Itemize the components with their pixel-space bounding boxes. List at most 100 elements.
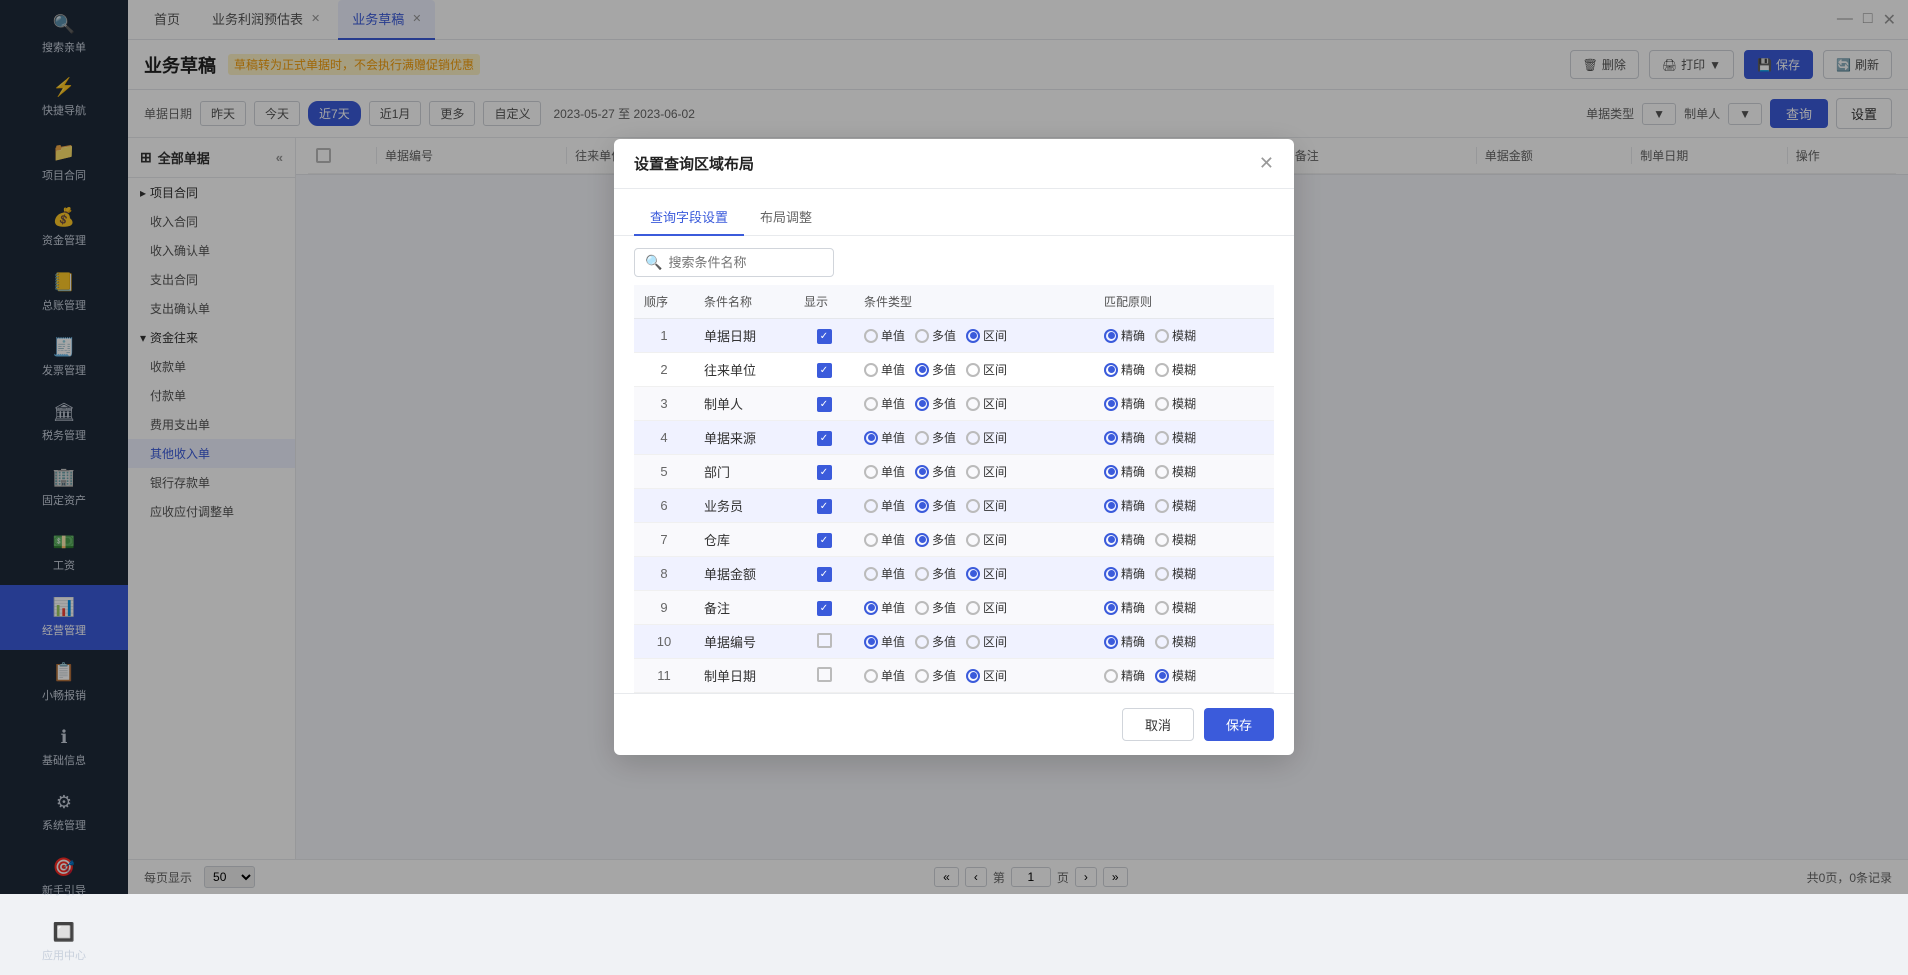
- condition-radio-option[interactable]: 区间: [966, 599, 1007, 616]
- match-rule-group: 精确模糊: [1104, 361, 1264, 378]
- modal-table-row: 8单据金额单值多值区间精确模糊: [634, 557, 1274, 591]
- match-rule-group: 精确模糊: [1104, 429, 1264, 446]
- condition-radio-option[interactable]: 区间: [966, 531, 1007, 548]
- sidebar-item-app-center[interactable]: 🔲 应用中心: [0, 910, 128, 975]
- match-radio-option[interactable]: 精确: [1104, 327, 1145, 344]
- condition-type-group: 单值多值区间: [864, 395, 1084, 412]
- match-radio-option[interactable]: 精确: [1104, 429, 1145, 446]
- condition-radio-option[interactable]: 多值: [915, 327, 956, 344]
- modal-table-row: 7仓库单值多值区间精确模糊: [634, 523, 1274, 557]
- match-radio-option[interactable]: 模糊: [1155, 497, 1196, 514]
- modal-th-order: 顺序: [634, 285, 694, 319]
- condition-radio-option[interactable]: 单值: [864, 565, 905, 582]
- condition-radio-option[interactable]: 多值: [915, 361, 956, 378]
- condition-radio-option[interactable]: 区间: [966, 497, 1007, 514]
- modal-tab-layout-adjust[interactable]: 布局调整: [744, 199, 828, 236]
- modal-th-name: 条件名称: [694, 285, 794, 319]
- modal-search-input[interactable]: [668, 255, 823, 270]
- condition-radio-option[interactable]: 单值: [864, 667, 905, 684]
- condition-radio-option[interactable]: 区间: [966, 361, 1007, 378]
- condition-radio-option[interactable]: 多值: [915, 599, 956, 616]
- display-checkbox[interactable]: [817, 465, 832, 480]
- match-radio-option[interactable]: 模糊: [1155, 429, 1196, 446]
- condition-type-group: 单值多值区间: [864, 327, 1084, 344]
- display-checkbox[interactable]: [817, 431, 832, 446]
- modal-footer: 取消 保存: [614, 693, 1294, 755]
- modal-table-row: 4单据来源单值多值区间精确模糊: [634, 421, 1274, 455]
- app-center-icon: 🔲: [53, 922, 75, 943]
- condition-radio-option[interactable]: 单值: [864, 633, 905, 650]
- display-checkbox[interactable]: [817, 329, 832, 344]
- condition-type-group: 单值多值区间: [864, 429, 1084, 446]
- condition-radio-option[interactable]: 多值: [915, 565, 956, 582]
- match-rule-group: 精确模糊: [1104, 497, 1264, 514]
- match-radio-option[interactable]: 精确: [1104, 599, 1145, 616]
- condition-radio-option[interactable]: 多值: [915, 429, 956, 446]
- display-checkbox[interactable]: [817, 567, 832, 582]
- display-checkbox[interactable]: [817, 601, 832, 616]
- condition-type-group: 单值多值区间: [864, 565, 1084, 582]
- modal-table-row: 11制单日期单值多值区间精确模糊: [634, 659, 1274, 693]
- match-radio-option[interactable]: 模糊: [1155, 667, 1196, 684]
- condition-radio-option[interactable]: 单值: [864, 361, 905, 378]
- match-rule-group: 精确模糊: [1104, 327, 1264, 344]
- condition-radio-option[interactable]: 区间: [966, 395, 1007, 412]
- condition-radio-option[interactable]: 多值: [915, 463, 956, 480]
- condition-type-group: 单值多值区间: [864, 361, 1084, 378]
- condition-type-group: 单值多值区间: [864, 497, 1084, 514]
- condition-radio-option[interactable]: 单值: [864, 599, 905, 616]
- match-radio-option[interactable]: 精确: [1104, 361, 1145, 378]
- match-radio-option[interactable]: 模糊: [1155, 327, 1196, 344]
- condition-radio-option[interactable]: 单值: [864, 395, 905, 412]
- match-radio-option[interactable]: 精确: [1104, 633, 1145, 650]
- condition-radio-option[interactable]: 区间: [966, 565, 1007, 582]
- modal-th-display: 显示: [794, 285, 854, 319]
- match-radio-option[interactable]: 精确: [1104, 497, 1145, 514]
- condition-radio-option[interactable]: 多值: [915, 395, 956, 412]
- modal-cancel-button[interactable]: 取消: [1122, 708, 1194, 741]
- condition-radio-option[interactable]: 区间: [966, 327, 1007, 344]
- display-checkbox[interactable]: [817, 397, 832, 412]
- condition-radio-option[interactable]: 区间: [966, 667, 1007, 684]
- modal-overlay: 设置查询区域布局 ✕ 查询字段设置 布局调整 🔍 顺序: [0, 0, 1908, 894]
- modal-search: 🔍: [614, 236, 1294, 285]
- match-rule-group: 精确模糊: [1104, 531, 1264, 548]
- condition-radio-option[interactable]: 多值: [915, 633, 956, 650]
- match-radio-option[interactable]: 模糊: [1155, 565, 1196, 582]
- display-checkbox[interactable]: [817, 533, 832, 548]
- condition-radio-option[interactable]: 区间: [966, 463, 1007, 480]
- modal-table-row: 2往来单位单值多值区间精确模糊: [634, 353, 1274, 387]
- condition-radio-option[interactable]: 多值: [915, 531, 956, 548]
- modal-close-button[interactable]: ✕: [1259, 153, 1274, 174]
- modal-save-button[interactable]: 保存: [1204, 708, 1274, 741]
- modal-th-match-rule: 匹配原则: [1094, 285, 1274, 319]
- match-radio-option[interactable]: 精确: [1104, 531, 1145, 548]
- match-radio-option[interactable]: 精确: [1104, 667, 1145, 684]
- match-radio-option[interactable]: 模糊: [1155, 599, 1196, 616]
- match-radio-option[interactable]: 精确: [1104, 565, 1145, 582]
- condition-radio-option[interactable]: 多值: [915, 497, 956, 514]
- match-radio-option[interactable]: 模糊: [1155, 395, 1196, 412]
- condition-radio-option[interactable]: 单值: [864, 429, 905, 446]
- modal-tab-field-settings[interactable]: 查询字段设置: [634, 199, 744, 236]
- condition-radio-option[interactable]: 单值: [864, 497, 905, 514]
- match-radio-option[interactable]: 精确: [1104, 463, 1145, 480]
- condition-radio-option[interactable]: 区间: [966, 633, 1007, 650]
- display-checkbox[interactable]: [817, 363, 832, 378]
- match-radio-option[interactable]: 模糊: [1155, 531, 1196, 548]
- match-radio-option[interactable]: 模糊: [1155, 633, 1196, 650]
- display-checkbox[interactable]: [817, 667, 832, 682]
- display-checkbox[interactable]: [817, 633, 832, 648]
- condition-radio-option[interactable]: 单值: [864, 327, 905, 344]
- match-rule-group: 精确模糊: [1104, 599, 1264, 616]
- match-radio-option[interactable]: 模糊: [1155, 463, 1196, 480]
- match-radio-option[interactable]: 精确: [1104, 395, 1145, 412]
- match-radio-option[interactable]: 模糊: [1155, 361, 1196, 378]
- condition-radio-option[interactable]: 单值: [864, 531, 905, 548]
- condition-radio-option[interactable]: 单值: [864, 463, 905, 480]
- condition-radio-option[interactable]: 多值: [915, 667, 956, 684]
- match-rule-group: 精确模糊: [1104, 395, 1264, 412]
- condition-radio-option[interactable]: 区间: [966, 429, 1007, 446]
- modal-table-row: 5部门单值多值区间精确模糊: [634, 455, 1274, 489]
- display-checkbox[interactable]: [817, 499, 832, 514]
